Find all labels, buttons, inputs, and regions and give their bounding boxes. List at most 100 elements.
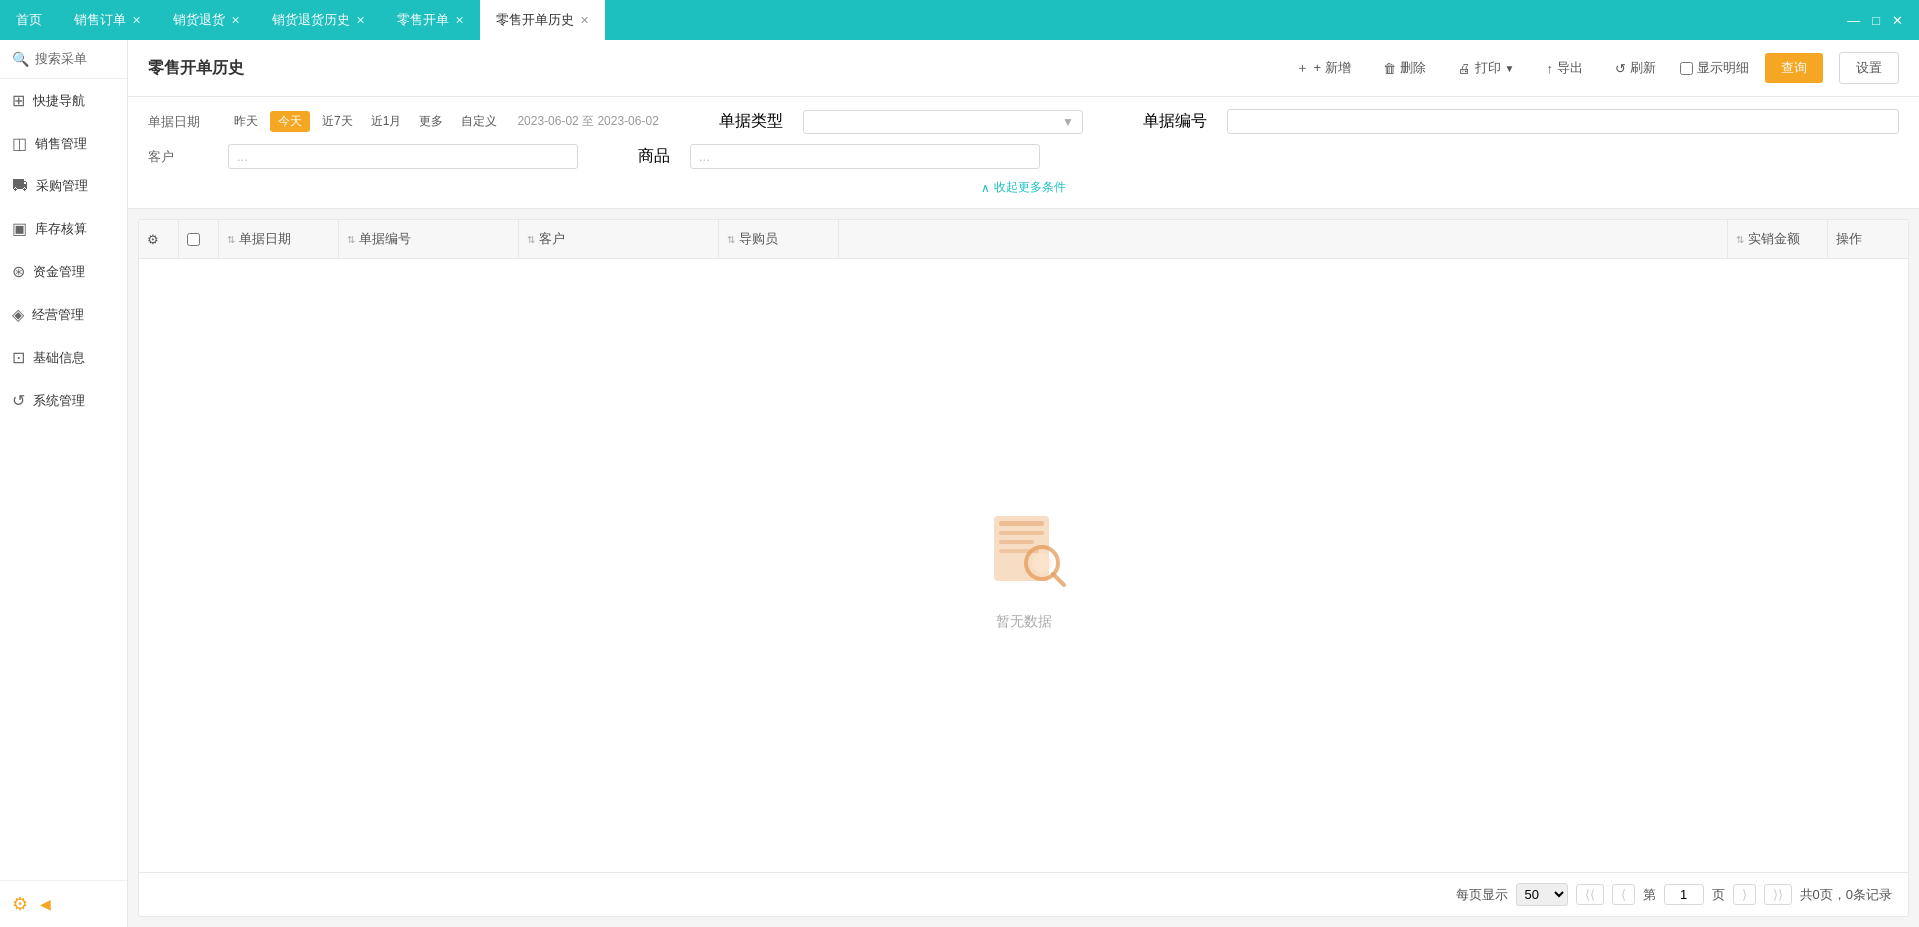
date-btn-today[interactable]: 今天 — [270, 111, 310, 132]
maximize-button[interactable]: □ — [1872, 13, 1880, 28]
tab-retail-history-close[interactable]: ✕ — [580, 14, 589, 27]
th-customer[interactable]: ⇅ 客户 — [519, 220, 719, 258]
tab-retail-history[interactable]: 零售开单历史 ✕ — [480, 0, 605, 40]
tab-return-history-label: 销货退货历史 — [272, 11, 350, 29]
th-operation: 操作 — [1828, 220, 1908, 258]
filter-section: 单据日期 昨天 今天 近7天 近1月 更多 自定义 2023-06-02 至 2… — [128, 97, 1919, 209]
date-btn-custom[interactable]: 自定义 — [455, 111, 503, 132]
date-btn-more[interactable]: 更多 — [413, 111, 449, 132]
content-area: 零售开单历史 ＋ + 新增 🗑 删除 🖨 打印 ▼ ↑ 导出 — [128, 40, 1919, 927]
svg-rect-2 — [999, 531, 1044, 535]
tab-sales-order[interactable]: 销售订单 ✕ — [58, 0, 157, 40]
tab-return-history[interactable]: 销货退货历史 ✕ — [256, 0, 381, 40]
search-icon: 🔍 — [12, 51, 29, 67]
window-controls: — □ ✕ — [1847, 13, 1919, 28]
page-number-input[interactable] — [1664, 884, 1704, 905]
delete-button[interactable]: 🗑 删除 — [1375, 55, 1434, 81]
th-gear[interactable]: ⚙ — [139, 220, 179, 258]
customer-select[interactable]: ... — [228, 144, 578, 169]
sidebar-item-operations[interactable]: ◈ 经营管理 — [0, 293, 127, 336]
sidebar-item-label-base-info: 基础信息 — [33, 349, 85, 367]
print-icon: 🖨 — [1458, 61, 1471, 76]
top-bar: 首页 销售订单 ✕ 销货退货 ✕ 销货退货历史 ✕ 零售开单 ✕ 零售开单历史 … — [0, 0, 1919, 40]
select-all-checkbox[interactable] — [187, 233, 200, 246]
date-range-display: 2023-06-02 至 2023-06-02 — [517, 113, 658, 130]
add-button[interactable]: ＋ + 新增 — [1288, 55, 1358, 81]
prev-page-button[interactable]: ⟨ — [1612, 884, 1635, 905]
tab-retail-history-label: 零售开单历史 — [496, 11, 574, 29]
svg-rect-1 — [999, 521, 1044, 526]
collapse-up-icon: ∧ — [981, 181, 990, 195]
show-detail-checkbox[interactable]: 显示明细 — [1680, 59, 1749, 77]
tab-retail-order-close[interactable]: ✕ — [455, 14, 464, 27]
export-button[interactable]: ↑ 导出 — [1539, 55, 1592, 81]
sidebar-item-finance[interactable]: ⊛ 资金管理 — [0, 250, 127, 293]
tab-sales-order-label: 销售订单 — [74, 11, 126, 29]
th-amount-label: 实销金额 — [1748, 230, 1800, 248]
show-detail-input[interactable] — [1680, 62, 1693, 75]
refresh-icon: ↺ — [1615, 61, 1626, 76]
sidebar-item-base-info[interactable]: ⊡ 基础信息 — [0, 336, 127, 379]
date-btn-1month[interactable]: 近1月 — [365, 111, 408, 132]
last-page-button[interactable]: ⟩⟩ — [1764, 884, 1792, 905]
sidebar-search[interactable]: 🔍 搜索采单 — [0, 40, 127, 79]
th-salesperson-label: 导购员 — [739, 230, 778, 248]
tab-retail-order[interactable]: 零售开单 ✕ — [381, 0, 480, 40]
sidebar-item-inventory[interactable]: ▣ 库存核算 — [0, 207, 127, 250]
th-checkbox[interactable] — [179, 220, 219, 258]
doc-number-input[interactable] — [1227, 109, 1899, 134]
sidebar-item-quick-nav[interactable]: ⊞ 快捷导航 — [0, 79, 127, 122]
settings-icon[interactable]: ⚙ — [12, 893, 28, 915]
sidebar: 🔍 搜索采单 ⊞ 快捷导航 ◫ 销售管理 ⛟ 采购管理 ▣ 库存核算 ⊛ 资金管… — [0, 40, 128, 927]
empty-text: 暂无数据 — [996, 613, 1052, 631]
th-middle — [839, 220, 1728, 258]
th-date-label: 单据日期 — [239, 230, 291, 248]
date-btn-7days[interactable]: 近7天 — [316, 111, 359, 132]
tab-return-history-close[interactable]: ✕ — [356, 14, 365, 27]
print-button[interactable]: 🖨 打印 ▼ — [1450, 55, 1523, 81]
inventory-icon: ▣ — [12, 219, 27, 238]
refresh-button[interactable]: ↺ 刷新 — [1607, 55, 1664, 81]
th-amount[interactable]: ⇅ 实销金额 — [1728, 220, 1828, 258]
sidebar-item-label-sales-mgmt: 销售管理 — [35, 135, 87, 153]
total-label: 共0页，0条记录 — [1800, 886, 1892, 904]
tab-return[interactable]: 销货退货 ✕ — [157, 0, 256, 40]
per-page-select[interactable]: 50100200 — [1516, 883, 1568, 906]
close-button[interactable]: ✕ — [1892, 13, 1903, 28]
th-salesperson-sort-icon: ⇅ — [727, 234, 735, 245]
goods-placeholder: ... — [699, 149, 710, 164]
th-date-sort-icon: ⇅ — [227, 234, 235, 245]
sidebar-item-label-sys-mgmt: 系统管理 — [33, 392, 85, 410]
first-page-button[interactable]: ⟨⟨ — [1576, 884, 1604, 905]
page-suffix-label: 页 — [1712, 886, 1725, 904]
date-btn-yesterday[interactable]: 昨天 — [228, 111, 264, 132]
tab-home[interactable]: 首页 — [0, 0, 58, 40]
per-page-label: 每页显示 — [1456, 886, 1508, 904]
doc-type-select[interactable]: ▼ — [803, 110, 1083, 134]
query-button[interactable]: 查询 — [1765, 53, 1823, 83]
th-doc-number[interactable]: ⇅ 单据编号 — [339, 220, 519, 258]
sidebar-item-label-quick-nav: 快捷导航 — [33, 92, 85, 110]
sidebar-item-label-purchase-mgmt: 采购管理 — [36, 177, 88, 195]
filter-row-customer: 客户 ... 商品 ... — [148, 144, 1899, 169]
tab-sales-order-close[interactable]: ✕ — [132, 14, 141, 27]
purchase-mgmt-icon: ⛟ — [12, 177, 28, 195]
gear-column-icon: ⚙ — [147, 232, 159, 247]
th-date[interactable]: ⇅ 单据日期 — [219, 220, 339, 258]
th-customer-label: 客户 — [539, 230, 565, 248]
collapse-sidebar-icon[interactable]: ◀ — [40, 896, 51, 912]
sales-mgmt-icon: ◫ — [12, 134, 27, 153]
th-amount-sort-icon: ⇅ — [1736, 234, 1744, 245]
sidebar-item-purchase-mgmt[interactable]: ⛟ 采购管理 — [0, 165, 127, 207]
page-header: 零售开单历史 ＋ + 新增 🗑 删除 🖨 打印 ▼ ↑ 导出 — [128, 40, 1919, 97]
next-page-button[interactable]: ⟩ — [1733, 884, 1756, 905]
pagination: 每页显示 50100200 ⟨⟨ ⟨ 第 页 ⟩ ⟩⟩ 共0页，0条记录 — [139, 872, 1908, 916]
collapse-button[interactable]: ∧ 收起更多条件 — [981, 179, 1066, 196]
settings-button[interactable]: 设置 — [1839, 52, 1899, 84]
sidebar-item-sys-mgmt[interactable]: ↺ 系统管理 — [0, 379, 127, 422]
goods-select[interactable]: ... — [690, 144, 1040, 169]
sidebar-item-sales-mgmt[interactable]: ◫ 销售管理 — [0, 122, 127, 165]
th-salesperson[interactable]: ⇅ 导购员 — [719, 220, 839, 258]
tab-return-close[interactable]: ✕ — [231, 14, 240, 27]
minimize-button[interactable]: — — [1847, 13, 1860, 28]
